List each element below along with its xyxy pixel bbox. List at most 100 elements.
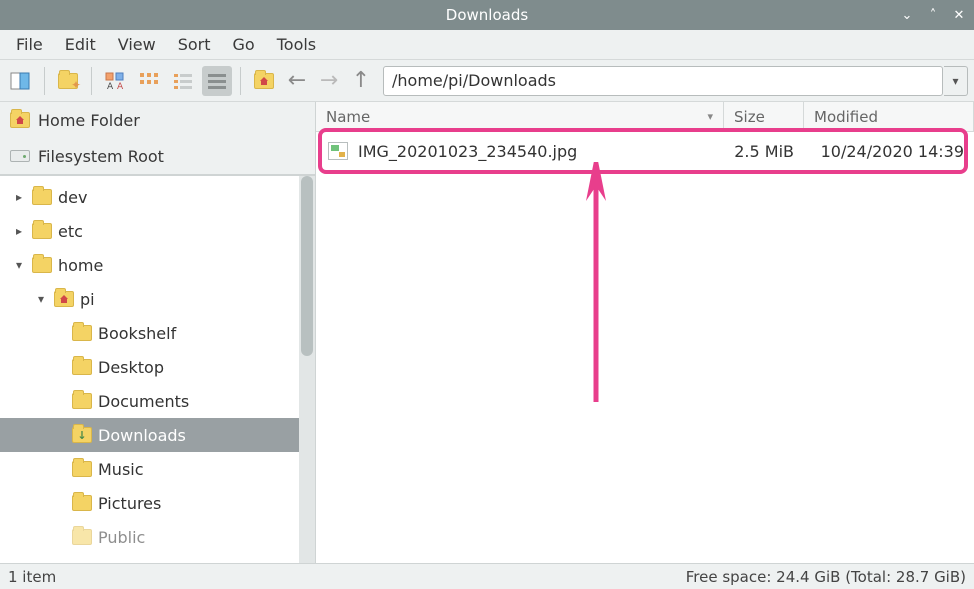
folder-icon — [72, 359, 92, 375]
folder-icon — [72, 393, 92, 409]
folder-icon: ✦ — [58, 73, 78, 89]
folder-icon — [32, 223, 52, 239]
minimize-icon[interactable]: ⌄ — [900, 8, 914, 23]
menu-edit[interactable]: Edit — [55, 31, 106, 58]
folder-icon — [32, 189, 52, 205]
menu-go[interactable]: Go — [223, 31, 265, 58]
tree-label: Pictures — [98, 494, 161, 513]
sidebar: Home Folder Filesystem Root ▸ dev ▸ etc — [0, 102, 316, 563]
path-input[interactable]: /home/pi/Downloads — [383, 66, 943, 96]
expand-icon[interactable]: ▸ — [12, 224, 26, 238]
menu-file[interactable]: File — [6, 31, 53, 58]
close-icon[interactable]: ✕ — [952, 8, 966, 23]
column-label: Name — [326, 108, 370, 126]
tree-item-downloads[interactable]: ↓ Downloads — [0, 418, 299, 452]
new-folder-button[interactable]: ✦ — [53, 66, 83, 96]
path-text: /home/pi/Downloads — [392, 71, 556, 90]
menu-view[interactable]: View — [108, 31, 166, 58]
tree-label: Public — [98, 528, 145, 547]
tree-item-etc[interactable]: ▸ etc — [0, 214, 299, 248]
sort-indicator-icon: ▾ — [707, 110, 713, 123]
statusbar: 1 item Free space: 24.4 GiB (Total: 28.7… — [0, 563, 974, 589]
tree-label: dev — [58, 188, 87, 207]
folder-icon — [72, 495, 92, 511]
detailed-list-view-button[interactable] — [202, 66, 232, 96]
column-size[interactable]: Size — [724, 102, 804, 131]
tree-label: etc — [58, 222, 83, 241]
menubar: File Edit View Sort Go Tools — [0, 30, 974, 60]
menu-sort[interactable]: Sort — [168, 31, 221, 58]
status-free-space: Free space: 24.4 GiB (Total: 28.7 GiB) — [686, 568, 966, 586]
drive-icon — [10, 150, 30, 162]
new-tab-icon — [10, 72, 32, 90]
new-tab-button[interactable] — [6, 66, 36, 96]
home-folder-icon — [54, 291, 74, 307]
tree-label: Music — [98, 460, 144, 479]
home-icon — [254, 73, 274, 89]
tree-item-dev[interactable]: ▸ dev — [0, 180, 299, 214]
place-home-folder[interactable]: Home Folder — [0, 102, 315, 138]
file-row[interactable]: IMG_20201023_234540.jpg 2.5 MiB 10/24/20… — [316, 132, 974, 166]
folder-icon — [72, 325, 92, 341]
tree-item-music[interactable]: Music — [0, 452, 299, 486]
status-item-count: 1 item — [8, 568, 56, 586]
back-button[interactable]: ← — [283, 67, 311, 95]
file-list-body[interactable]: IMG_20201023_234540.jpg 2.5 MiB 10/24/20… — [316, 132, 974, 563]
forward-button[interactable]: → — [315, 67, 343, 95]
tree-label: Desktop — [98, 358, 164, 377]
file-size: 2.5 MiB — [724, 142, 804, 161]
icon-view-button[interactable]: AA — [100, 66, 130, 96]
scrollbar-thumb[interactable] — [301, 176, 313, 356]
thumbnail-view-button[interactable] — [134, 66, 164, 96]
window-title: Downloads — [0, 6, 974, 24]
tree-label: Downloads — [98, 426, 186, 445]
tree-item-bookshelf[interactable]: Bookshelf — [0, 316, 299, 350]
tree-label: Bookshelf — [98, 324, 176, 343]
home-folder-icon — [10, 112, 30, 128]
place-label: Filesystem Root — [38, 147, 164, 166]
collapse-icon[interactable]: ▾ — [12, 258, 26, 272]
place-filesystem-root[interactable]: Filesystem Root — [0, 138, 315, 174]
directory-tree[interactable]: ▸ dev ▸ etc ▾ home ▾ pi — [0, 176, 299, 563]
home-button[interactable] — [249, 66, 279, 96]
maximize-icon[interactable]: ˄ — [926, 8, 940, 23]
titlebar: Downloads ⌄ ˄ ✕ — [0, 0, 974, 30]
tree-item-pictures[interactable]: Pictures — [0, 486, 299, 520]
icon-view-icon: AA — [105, 72, 125, 90]
toolbar: ✦ AA ← → ↑ /home/pi/Down — [0, 60, 974, 102]
tree-label: Documents — [98, 392, 189, 411]
tree-panel: ▸ dev ▸ etc ▾ home ▾ pi — [0, 175, 315, 563]
file-list-header: Name ▾ Size Modified — [316, 102, 974, 132]
places-panel: Home Folder Filesystem Root — [0, 102, 315, 175]
image-file-icon — [328, 142, 348, 160]
up-button[interactable]: ↑ — [347, 67, 375, 95]
tree-item-pi[interactable]: ▾ pi — [0, 282, 299, 316]
tree-label: home — [58, 256, 103, 275]
file-modified: 10/24/2020 14:39 — [804, 142, 974, 161]
expand-icon[interactable]: ▸ — [12, 190, 26, 204]
tree-item-public[interactable]: Public — [0, 520, 299, 554]
downloads-folder-icon: ↓ — [72, 427, 92, 443]
column-label: Modified — [814, 108, 878, 126]
nav-group: ← → ↑ — [283, 67, 375, 95]
column-label: Size — [734, 108, 765, 126]
window-controls: ⌄ ˄ ✕ — [900, 0, 966, 30]
compact-view-button[interactable] — [168, 66, 198, 96]
tree-item-documents[interactable]: Documents — [0, 384, 299, 418]
tree-scrollbar[interactable] — [299, 176, 315, 563]
place-label: Home Folder — [38, 111, 140, 130]
menu-tools[interactable]: Tools — [267, 31, 326, 58]
collapse-icon[interactable]: ▾ — [34, 292, 48, 306]
main-area: Home Folder Filesystem Root ▸ dev ▸ etc — [0, 102, 974, 563]
folder-icon — [72, 461, 92, 477]
column-modified[interactable]: Modified — [804, 102, 974, 131]
annotation-arrow-icon — [576, 162, 616, 412]
tree-label: pi — [80, 290, 95, 309]
detailed-list-view-icon — [207, 72, 227, 90]
column-name[interactable]: Name ▾ — [316, 102, 724, 131]
folder-icon — [32, 257, 52, 273]
path-dropdown-button[interactable]: ▾ — [944, 66, 968, 96]
tree-item-home[interactable]: ▾ home — [0, 248, 299, 282]
folder-icon — [72, 529, 92, 545]
tree-item-desktop[interactable]: Desktop — [0, 350, 299, 384]
